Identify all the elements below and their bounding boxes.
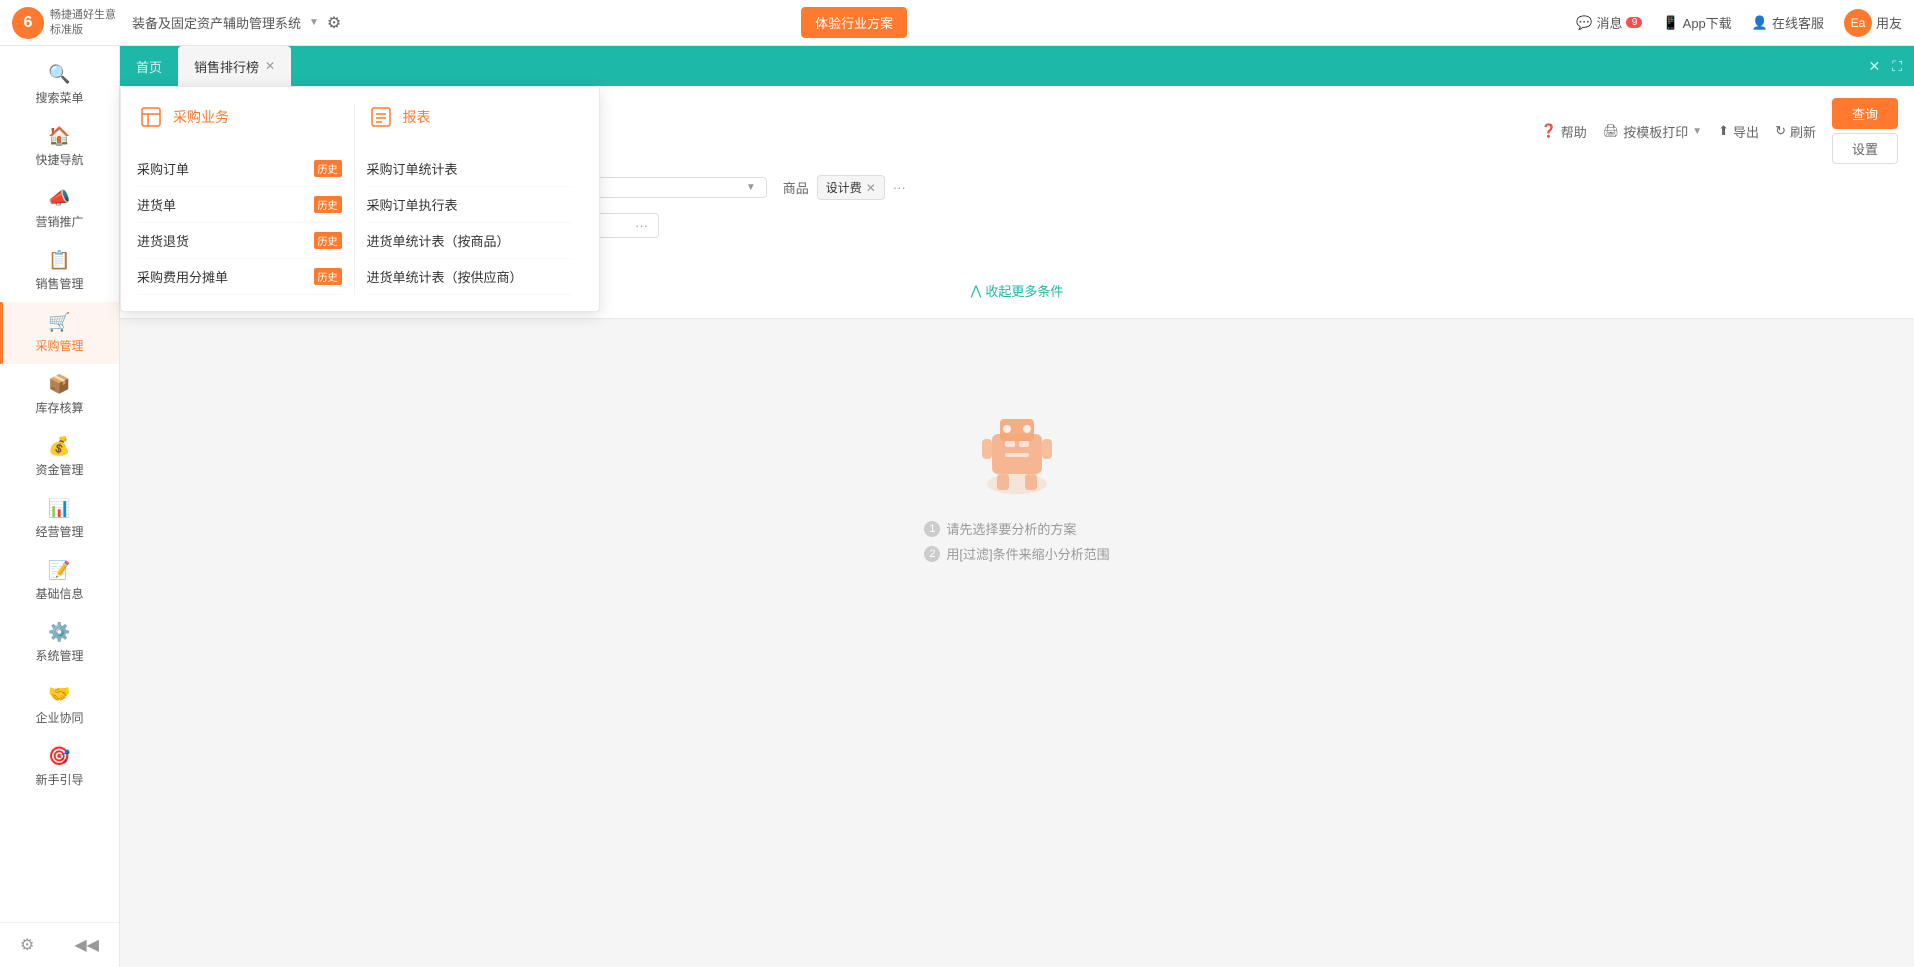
tab-bar: 首页 销售排行榜 ✕ ✕ ⛶ (120, 46, 1914, 86)
sidebar-item-search[interactable]: 🔍 搜索菜单 (0, 54, 119, 116)
tab-bar-right: ✕ ⛶ (1864, 54, 1914, 79)
purchase-report-column: 报表 采购订单统计表 采购订单执行表 进货单统计表（按商品） 进货单统计表（按供… (354, 103, 584, 295)
refresh-btn[interactable]: ↻ 刷新 (1775, 122, 1816, 141)
tab-close-icon[interactable]: ✕ (265, 59, 275, 73)
system-icon: ⚙️ (48, 622, 70, 643)
message-badge: 9 (1626, 17, 1642, 28)
help-btn[interactable]: ❓ 帮助 (1541, 122, 1587, 141)
empty-text: 1 请先选择要分析的方案 2 用[过滤]条件来缩小分析范围 (924, 519, 1109, 563)
sidebar-item-basic-info[interactable]: 📝 基础信息 (0, 550, 119, 612)
finance-icon: 💰 (48, 436, 70, 457)
settings-btn[interactable]: 设置 (1832, 133, 1898, 164)
purchase-report-header: 报表 (367, 103, 572, 139)
tab-home[interactable]: 首页 (120, 46, 178, 86)
purchase-icon: 🛒 (48, 312, 70, 333)
sidebar-bottom: ⚙ ◀◀ (0, 922, 119, 967)
industry-btn[interactable]: 体验行业方案 (801, 7, 907, 38)
export-btn[interactable]: ⬆ 导出 (1718, 122, 1759, 141)
empty-illustration (967, 399, 1067, 499)
message-icon: 💬 (1576, 15, 1592, 31)
user-menu-btn[interactable]: Ea 用友 (1844, 9, 1902, 37)
tab-expand-icon[interactable]: ⛶ (1888, 54, 1906, 79)
query-btn[interactable]: 查询 (1832, 98, 1898, 129)
app-icon: 📱 (1662, 15, 1678, 31)
empty-state: 1 请先选择要分析的方案 2 用[过滤]条件来缩小分析范围 (120, 319, 1914, 643)
goods-tag-close-icon[interactable]: ✕ (866, 181, 876, 195)
goods-group: 商品 设计费 ✕ ··· (783, 175, 906, 200)
step-2-num: 2 (924, 546, 940, 562)
menu-item-purchase-order[interactable]: 采购订单 历史 (137, 151, 342, 187)
top-bar: 6 畅捷通好生意 标准版 装备及固定资产辅助管理系统 ▼ ⚙ 体验行业方案 💬 … (0, 0, 1914, 46)
online-service-btn[interactable]: 👤 在线客服 (1752, 13, 1824, 32)
app-download-btn[interactable]: 📱 App下载 (1662, 13, 1731, 32)
menu-item-expense[interactable]: 采购费用分摊单 历史 (137, 259, 342, 295)
sidebar-collapse-icon[interactable]: ◀◀ (74, 935, 99, 955)
enterprise-icon: 🤝 (48, 684, 70, 705)
sidebar-item-enterprise[interactable]: 🤝 企业协同 (0, 674, 119, 736)
marketing-icon: 📣 (48, 188, 70, 209)
logo-text: 畅捷通好生意 标准版 (50, 8, 116, 37)
purchase-report-icon (367, 103, 395, 131)
goods-tag: 设计费 ✕ (817, 175, 885, 200)
sidebar-item-marketing[interactable]: 📣 营销推广 (0, 178, 119, 240)
step-1-num: 1 (924, 521, 940, 537)
sidebar-item-inventory[interactable]: 📦 库存核算 (0, 364, 119, 426)
goods-more-icon[interactable]: ··· (893, 180, 906, 195)
logo: 6 畅捷通好生意 标准版 (12, 7, 132, 39)
top-bar-actions: 💬 消息 9 📱 App下载 👤 在线客服 Ea 用友 (1576, 9, 1902, 37)
menu-item-incoming-stat-goods[interactable]: 进货单统计表（按商品） (367, 223, 572, 259)
menu-item-order-exec[interactable]: 采购订单执行表 (367, 187, 572, 223)
goods-label: 商品 (783, 178, 809, 197)
menu-item-incoming[interactable]: 进货单 历史 (137, 187, 342, 223)
home-icon: 🏠 (48, 126, 70, 147)
purchase-business-title: 采购业务 (173, 107, 229, 127)
sidebar-item-finance[interactable]: 💰 资金管理 (0, 426, 119, 488)
title-dropdown-arrow[interactable]: ▼ (309, 17, 319, 28)
purchase-business-column: 采购业务 采购订单 历史 进货单 历史 进货退货 历史 采购费用分摊单 历史 (137, 103, 354, 295)
menu-item-order-stat[interactable]: 采购订单统计表 (367, 151, 572, 187)
history-badge-1: 历史 (314, 196, 342, 213)
purchase-dropdown-menu: 采购业务 采购订单 历史 进货单 历史 进货退货 历史 采购费用分摊单 历史 (120, 86, 600, 312)
sidebar: 🔍 搜索菜单 🏠 快捷导航 📣 营销推广 📋 销售管理 🛒 采购管理 📦 库存核… (0, 46, 120, 967)
sidebar-item-guide[interactable]: 🎯 新手引导 (0, 736, 119, 798)
purchase-business-header: 采购业务 (137, 103, 342, 139)
export-icon: ⬆ (1718, 123, 1729, 139)
settings-gear-icon[interactable]: ⚙ (327, 13, 341, 33)
tab-sales-rank[interactable]: 销售排行榜 ✕ (178, 46, 291, 86)
service-icon: 👤 (1752, 15, 1768, 31)
inventory-icon: 📦 (48, 374, 70, 395)
collapse-up-icon: ⋀ (971, 283, 982, 299)
sidebar-item-operations[interactable]: 📊 经营管理 (0, 488, 119, 550)
message-btn[interactable]: 💬 消息 9 (1576, 13, 1642, 32)
guide-icon: 🎯 (48, 746, 70, 767)
menu-item-return[interactable]: 进货退货 历史 (137, 223, 342, 259)
sidebar-item-sales[interactable]: 📋 销售管理 (0, 240, 119, 302)
refresh-icon: ↻ (1775, 123, 1786, 139)
help-icon: ❓ (1541, 123, 1557, 139)
tab-close-all-icon[interactable]: ✕ (1864, 54, 1884, 79)
user-avatar: Ea (1844, 9, 1872, 37)
sidebar-item-system[interactable]: ⚙️ 系统管理 (0, 612, 119, 674)
basic-info-icon: 📝 (48, 560, 70, 581)
purchase-report-title: 报表 (403, 107, 431, 127)
sidebar-settings-icon[interactable]: ⚙ (20, 935, 34, 955)
print-btn[interactable]: 🖨 按模板打印 ▼ (1603, 122, 1702, 141)
operations-icon: 📊 (48, 498, 70, 519)
print-icon: 🖨 (1603, 123, 1620, 139)
history-badge-2: 历史 (314, 232, 342, 249)
purchase-business-icon (137, 103, 165, 131)
sales-icon: 📋 (48, 250, 70, 271)
system-title: 装备及固定资产辅助管理系统 ▼ ⚙ (132, 13, 801, 33)
print-dropdown-icon[interactable]: ▼ (1692, 126, 1702, 137)
sidebar-item-quick-nav[interactable]: 🏠 快捷导航 (0, 116, 119, 178)
history-badge-0: 历史 (314, 160, 342, 177)
sidebar-item-purchase[interactable]: 🛒 采购管理 (0, 302, 119, 364)
history-badge-3: 历史 (314, 268, 342, 285)
bill-status-dropdown-icon: ▼ (746, 182, 756, 193)
search-icon: 🔍 (48, 64, 70, 85)
staff-more-icon[interactable]: ··· (635, 218, 648, 233)
logo-icon: 6 (12, 7, 44, 39)
menu-item-incoming-stat-supplier[interactable]: 进货单统计表（按供应商） (367, 259, 572, 295)
